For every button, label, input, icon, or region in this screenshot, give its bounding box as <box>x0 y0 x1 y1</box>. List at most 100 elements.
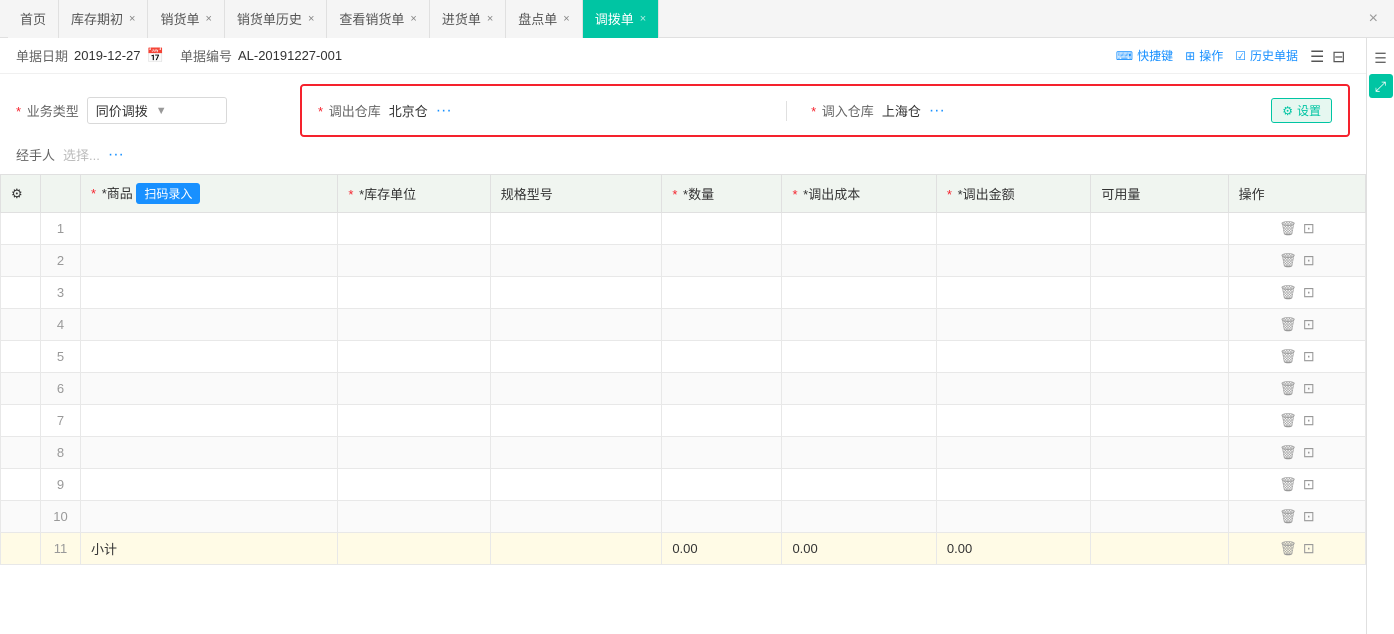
global-close-button[interactable]: × <box>1361 10 1386 28</box>
row-unit-cell[interactable] <box>338 341 490 373</box>
delete-icon[interactable]: 🗑 <box>1279 252 1297 269</box>
row-product-cell[interactable] <box>81 373 338 405</box>
row-qty-cell[interactable] <box>662 213 782 245</box>
tab-view-sales-close[interactable]: × <box>410 13 416 25</box>
row-product-cell[interactable] <box>81 469 338 501</box>
row-amount-cell[interactable] <box>936 341 1090 373</box>
delete-icon[interactable]: 🗑 <box>1279 348 1297 365</box>
delete-icon[interactable]: 🗑 <box>1279 508 1297 525</box>
row-spec-cell[interactable] <box>490 309 662 341</box>
row-qty-cell[interactable] <box>662 437 782 469</box>
row-spec-cell[interactable] <box>490 245 662 277</box>
delete-icon[interactable]: 🗑 <box>1279 220 1297 237</box>
row-unit-cell[interactable] <box>338 405 490 437</box>
row-unit-cell[interactable] <box>338 469 490 501</box>
operation-btn[interactable]: ⊞ 操作 <box>1185 47 1223 64</box>
row-cost-cell[interactable] <box>782 245 936 277</box>
shortcut-btn[interactable]: ⌨ 快捷键 <box>1116 47 1173 64</box>
row-unit-cell[interactable] <box>338 501 490 533</box>
row-spec-cell[interactable] <box>490 469 662 501</box>
scan-entry-btn[interactable]: 扫码录入 <box>136 183 200 204</box>
row-qty-cell[interactable] <box>662 469 782 501</box>
tab-transfer-close[interactable]: × <box>640 13 646 25</box>
row-spec-cell[interactable] <box>490 405 662 437</box>
copy-icon[interactable]: ⊡ <box>1303 412 1315 429</box>
copy-icon[interactable]: ⊡ <box>1303 540 1315 557</box>
tab-stocktake-close[interactable]: × <box>563 13 569 25</box>
row-qty-cell[interactable] <box>662 405 782 437</box>
copy-icon[interactable]: ⊡ <box>1303 220 1315 237</box>
row-qty-cell[interactable] <box>662 309 782 341</box>
row-spec-cell[interactable] <box>490 277 662 309</box>
row-product-cell[interactable] <box>81 277 338 309</box>
table-view-btn[interactable]: ⊟ <box>1332 47 1350 65</box>
sidebar-expand-btn[interactable]: ⤢ <box>1369 74 1393 98</box>
row-amount-cell[interactable] <box>936 373 1090 405</box>
delete-icon[interactable]: 🗑 <box>1279 284 1297 301</box>
copy-icon[interactable]: ⊡ <box>1303 444 1315 461</box>
row-amount-cell[interactable] <box>936 437 1090 469</box>
warehouse-settings-btn[interactable]: ⚙ 设置 <box>1271 98 1332 123</box>
copy-icon[interactable]: ⊡ <box>1303 508 1315 525</box>
history-btn[interactable]: ☑ 历史单据 <box>1235 47 1298 64</box>
row-product-cell[interactable] <box>81 501 338 533</box>
row-product-cell[interactable] <box>81 309 338 341</box>
tab-home[interactable]: 首页 <box>8 0 59 38</box>
row-cost-cell[interactable] <box>782 277 936 309</box>
copy-icon[interactable]: ⊡ <box>1303 380 1315 397</box>
row-cost-cell[interactable] <box>782 309 936 341</box>
business-type-select[interactable]: 同价调拨 ▼ <box>87 97 227 124</box>
row-spec-cell[interactable] <box>490 213 662 245</box>
row-amount-cell[interactable] <box>936 501 1090 533</box>
row-cost-cell[interactable] <box>782 437 936 469</box>
th-settings[interactable]: ⚙ <box>1 175 41 213</box>
delete-icon[interactable]: 🗑 <box>1279 380 1297 397</box>
tab-inventory-init-close[interactable]: × <box>129 13 135 25</box>
person-placeholder[interactable]: 选择... <box>63 145 100 164</box>
row-cost-cell[interactable] <box>782 469 936 501</box>
row-product-cell[interactable] <box>81 245 338 277</box>
row-amount-cell[interactable] <box>936 405 1090 437</box>
copy-icon[interactable]: ⊡ <box>1303 252 1315 269</box>
row-product-cell[interactable] <box>81 437 338 469</box>
tab-inventory-init[interactable]: 库存期初 × <box>59 0 148 38</box>
copy-icon[interactable]: ⊡ <box>1303 284 1315 301</box>
row-qty-cell[interactable] <box>662 501 782 533</box>
tab-purchase-close[interactable]: × <box>487 13 493 25</box>
row-unit-cell[interactable] <box>338 245 490 277</box>
person-more-btn[interactable]: ··· <box>108 147 124 163</box>
grid-view-btn[interactable]: ☰ <box>1310 47 1328 65</box>
row-spec-cell[interactable] <box>490 437 662 469</box>
delete-icon[interactable]: 🗑 <box>1279 540 1297 557</box>
tab-sales-history-close[interactable]: × <box>308 13 314 25</box>
row-qty-cell[interactable] <box>662 245 782 277</box>
row-unit-cell[interactable] <box>338 277 490 309</box>
row-qty-cell[interactable] <box>662 277 782 309</box>
warehouse-in-more-btn[interactable]: ··· <box>929 103 945 119</box>
row-amount-cell[interactable] <box>936 469 1090 501</box>
row-cost-cell[interactable] <box>782 405 936 437</box>
row-unit-cell[interactable] <box>338 213 490 245</box>
copy-icon[interactable]: ⊡ <box>1303 316 1315 333</box>
row-qty-cell[interactable] <box>662 373 782 405</box>
tab-sales-history[interactable]: 销货单历史 × <box>225 0 327 38</box>
row-unit-cell[interactable] <box>338 309 490 341</box>
copy-icon[interactable]: ⊡ <box>1303 476 1315 493</box>
tab-sales-order-close[interactable]: × <box>205 13 211 25</box>
delete-icon[interactable]: 🗑 <box>1279 476 1297 493</box>
row-unit-cell[interactable] <box>338 437 490 469</box>
row-spec-cell[interactable] <box>490 373 662 405</box>
delete-icon[interactable]: 🗑 <box>1279 444 1297 461</box>
row-cost-cell[interactable] <box>782 213 936 245</box>
row-product-cell[interactable] <box>81 405 338 437</box>
row-cost-cell[interactable] <box>782 501 936 533</box>
row-unit-cell[interactable] <box>338 373 490 405</box>
tab-stocktake[interactable]: 盘点单 × <box>506 0 582 38</box>
sidebar-list-btn[interactable]: ☰ <box>1369 46 1393 70</box>
delete-icon[interactable]: 🗑 <box>1279 412 1297 429</box>
tab-purchase[interactable]: 进货单 × <box>430 0 506 38</box>
calendar-icon[interactable]: 📅 <box>147 47 164 64</box>
row-amount-cell[interactable] <box>936 245 1090 277</box>
copy-icon[interactable]: ⊡ <box>1303 348 1315 365</box>
row-spec-cell[interactable] <box>490 501 662 533</box>
